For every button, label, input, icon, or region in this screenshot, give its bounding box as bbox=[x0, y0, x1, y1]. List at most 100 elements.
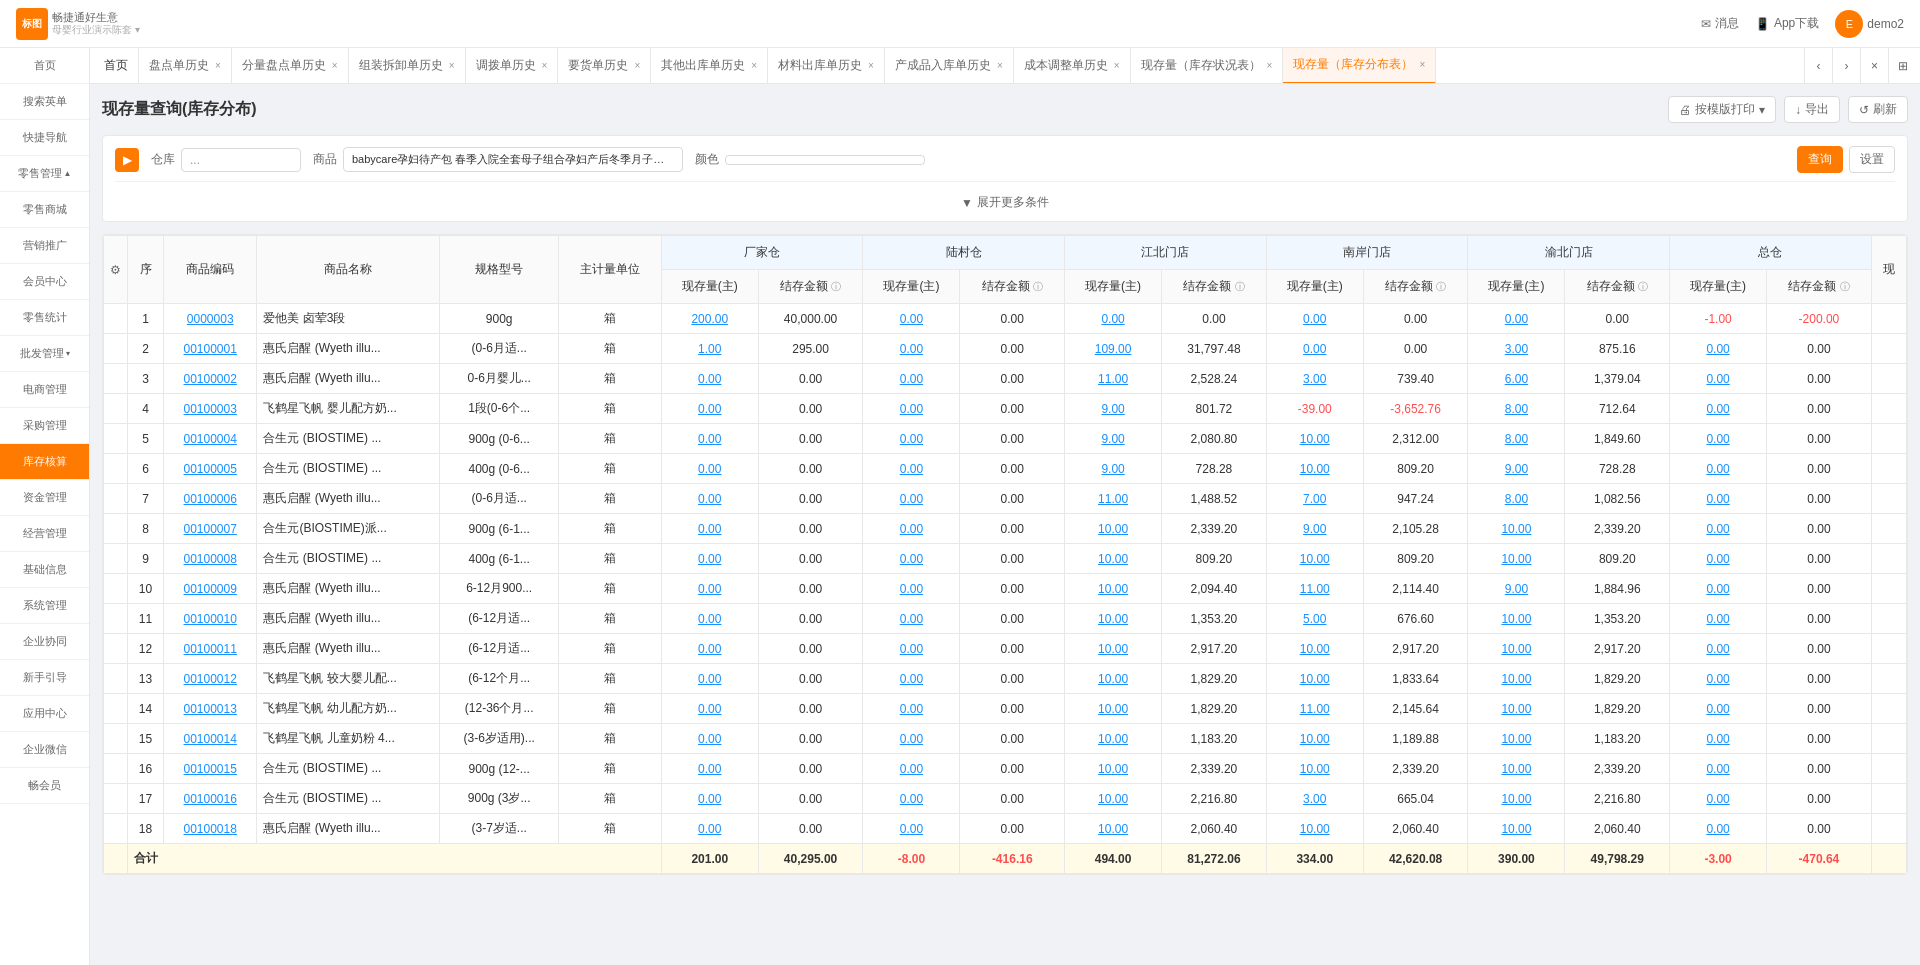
cell-jb-stock[interactable]: 11.00 bbox=[1065, 484, 1162, 514]
cell-lc-stock[interactable]: 0.00 bbox=[863, 754, 960, 784]
cell-na-stock[interactable]: 0.00 bbox=[1266, 304, 1363, 334]
message-btn[interactable]: ✉ 消息 bbox=[1701, 15, 1739, 32]
cell-code[interactable]: 00100002 bbox=[164, 364, 257, 394]
cell-yb-stock[interactable]: 8.00 bbox=[1468, 394, 1565, 424]
cell-t-stock[interactable]: 0.00 bbox=[1670, 454, 1767, 484]
cell-f-stock[interactable]: 0.00 bbox=[661, 574, 758, 604]
cell-f-stock[interactable]: 0.00 bbox=[661, 724, 758, 754]
cell-code[interactable]: 00100008 bbox=[164, 544, 257, 574]
tab-close-group[interactable]: × bbox=[449, 60, 455, 71]
tab-cost-adjust[interactable]: 成本调整单历史 × bbox=[1014, 48, 1131, 84]
cell-f-stock[interactable]: 0.00 bbox=[661, 754, 758, 784]
cell-jb-stock[interactable]: 0.00 bbox=[1065, 304, 1162, 334]
cell-t-stock[interactable]: 0.00 bbox=[1670, 784, 1767, 814]
filter-collapse-btn[interactable]: ▶ bbox=[115, 148, 139, 172]
cell-t-stock[interactable]: 0.00 bbox=[1670, 754, 1767, 784]
cell-yb-stock[interactable]: 8.00 bbox=[1468, 424, 1565, 454]
cell-lc-stock[interactable]: 0.00 bbox=[863, 514, 960, 544]
sidebar-item-member[interactable]: 会员中心 bbox=[0, 264, 89, 300]
cell-t-stock[interactable]: 0.00 bbox=[1670, 364, 1767, 394]
cell-f-stock[interactable]: 0.00 bbox=[661, 364, 758, 394]
cell-f-stock[interactable]: 0.00 bbox=[661, 604, 758, 634]
cell-code[interactable]: 00100010 bbox=[164, 604, 257, 634]
cell-f-stock[interactable]: 0.00 bbox=[661, 814, 758, 844]
tab-close-transfer[interactable]: × bbox=[542, 60, 548, 71]
cell-code[interactable]: 00100009 bbox=[164, 574, 257, 604]
cell-lc-stock[interactable]: 0.00 bbox=[863, 574, 960, 604]
cell-t-stock[interactable]: 0.00 bbox=[1670, 424, 1767, 454]
cell-na-stock[interactable]: 3.00 bbox=[1266, 364, 1363, 394]
tab-close-product-in[interactable]: × bbox=[997, 60, 1003, 71]
settings-btn[interactable]: 设置 bbox=[1849, 146, 1895, 173]
cell-na-stock[interactable]: 10.00 bbox=[1266, 664, 1363, 694]
sidebar-item-guide[interactable]: 新手引导 bbox=[0, 660, 89, 696]
cell-na-stock[interactable]: 3.00 bbox=[1266, 784, 1363, 814]
cell-f-stock[interactable]: 1.00 bbox=[661, 334, 758, 364]
cell-yb-stock[interactable]: 9.00 bbox=[1468, 454, 1565, 484]
expand-btn[interactable]: ▼ 展开更多条件 bbox=[115, 194, 1895, 211]
query-btn[interactable]: 查询 bbox=[1797, 146, 1843, 173]
cell-f-stock[interactable]: 0.00 bbox=[661, 694, 758, 724]
app-download-btn[interactable]: 📱 App下载 bbox=[1755, 15, 1819, 32]
cell-code[interactable]: 00100001 bbox=[164, 334, 257, 364]
cell-na-stock[interactable]: 5.00 bbox=[1266, 604, 1363, 634]
sidebar-item-inventory[interactable]: 库存核算 bbox=[0, 444, 89, 480]
cell-lc-stock[interactable]: 0.00 bbox=[863, 694, 960, 724]
cell-lc-stock[interactable]: 0.00 bbox=[863, 634, 960, 664]
cell-jb-stock[interactable]: 10.00 bbox=[1065, 514, 1162, 544]
sidebar-item-app-center[interactable]: 应用中心 bbox=[0, 696, 89, 732]
cell-t-stock[interactable]: 0.00 bbox=[1670, 334, 1767, 364]
th-settings[interactable]: ⚙ bbox=[104, 236, 128, 304]
tab-inventory-split[interactable]: 分量盘点单历史 × bbox=[232, 48, 349, 84]
cell-f-stock[interactable]: 0.00 bbox=[661, 784, 758, 814]
tab-material-out[interactable]: 材料出库单历史 × bbox=[768, 48, 885, 84]
tab-transfer[interactable]: 调拨单历史 × bbox=[466, 48, 559, 84]
cell-jb-stock[interactable]: 10.00 bbox=[1065, 784, 1162, 814]
tab-close-other-out[interactable]: × bbox=[751, 60, 757, 71]
cell-code[interactable]: 00100006 bbox=[164, 484, 257, 514]
cell-t-stock[interactable]: 0.00 bbox=[1670, 814, 1767, 844]
cell-jb-stock[interactable]: 10.00 bbox=[1065, 754, 1162, 784]
cell-code[interactable]: 00100011 bbox=[164, 634, 257, 664]
cell-na-stock[interactable]: 11.00 bbox=[1266, 694, 1363, 724]
cell-yb-stock[interactable]: 10.00 bbox=[1468, 694, 1565, 724]
cell-lc-stock[interactable]: 0.00 bbox=[863, 364, 960, 394]
company-selector[interactable]: 母婴行业演示陈套 ▾ bbox=[52, 24, 140, 36]
sidebar-item-marketing[interactable]: 营销推广 bbox=[0, 228, 89, 264]
cell-jb-stock[interactable]: 10.00 bbox=[1065, 634, 1162, 664]
cell-lc-stock[interactable]: 0.00 bbox=[863, 604, 960, 634]
cell-jb-stock[interactable]: 11.00 bbox=[1065, 364, 1162, 394]
sidebar-item-operations[interactable]: 经营管理 bbox=[0, 516, 89, 552]
export-btn[interactable]: ↓ 导出 bbox=[1784, 96, 1840, 123]
cell-t-stock[interactable]: 0.00 bbox=[1670, 664, 1767, 694]
sidebar-item-quicknav[interactable]: 搜索英单 bbox=[0, 84, 89, 120]
cell-jb-stock[interactable]: 10.00 bbox=[1065, 724, 1162, 754]
tab-close-inventory-dist[interactable]: × bbox=[1419, 59, 1425, 70]
tab-close-all-btn[interactable]: × bbox=[1860, 48, 1888, 84]
cell-na-stock[interactable]: 10.00 bbox=[1266, 724, 1363, 754]
cell-jb-stock[interactable]: 109.00 bbox=[1065, 334, 1162, 364]
sidebar-item-search[interactable]: 首页 bbox=[0, 48, 89, 84]
tab-prev-btn[interactable]: ‹ bbox=[1804, 48, 1832, 84]
cell-code[interactable]: 00100014 bbox=[164, 724, 257, 754]
tab-requisition[interactable]: 要货单历史 × bbox=[558, 48, 651, 84]
cell-yb-stock[interactable]: 0.00 bbox=[1468, 304, 1565, 334]
sidebar-item-retail-mall[interactable]: 零售商城 bbox=[0, 192, 89, 228]
tab-group-disassemble[interactable]: 组装拆卸单历史 × bbox=[349, 48, 466, 84]
sidebar-item-retail-stats[interactable]: 零售统计 bbox=[0, 300, 89, 336]
cell-f-stock[interactable]: 0.00 bbox=[661, 634, 758, 664]
tab-close-split[interactable]: × bbox=[332, 60, 338, 71]
cell-jb-stock[interactable]: 9.00 bbox=[1065, 454, 1162, 484]
tab-next-btn[interactable]: › bbox=[1832, 48, 1860, 84]
cell-lc-stock[interactable]: 0.00 bbox=[863, 784, 960, 814]
cell-na-stock[interactable]: 10.00 bbox=[1266, 634, 1363, 664]
cell-yb-stock[interactable]: 10.00 bbox=[1468, 724, 1565, 754]
cell-jb-stock[interactable]: 10.00 bbox=[1065, 814, 1162, 844]
cell-na-stock[interactable]: 7.00 bbox=[1266, 484, 1363, 514]
cell-t-stock[interactable]: 0.00 bbox=[1670, 634, 1767, 664]
sidebar-item-member2[interactable]: 畅会员 bbox=[0, 768, 89, 804]
cell-jb-stock[interactable]: 9.00 bbox=[1065, 394, 1162, 424]
cell-code[interactable]: 00100005 bbox=[164, 454, 257, 484]
sidebar-item-enterprise-wx[interactable]: 企业微信 bbox=[0, 732, 89, 768]
cell-f-stock[interactable]: 0.00 bbox=[661, 514, 758, 544]
